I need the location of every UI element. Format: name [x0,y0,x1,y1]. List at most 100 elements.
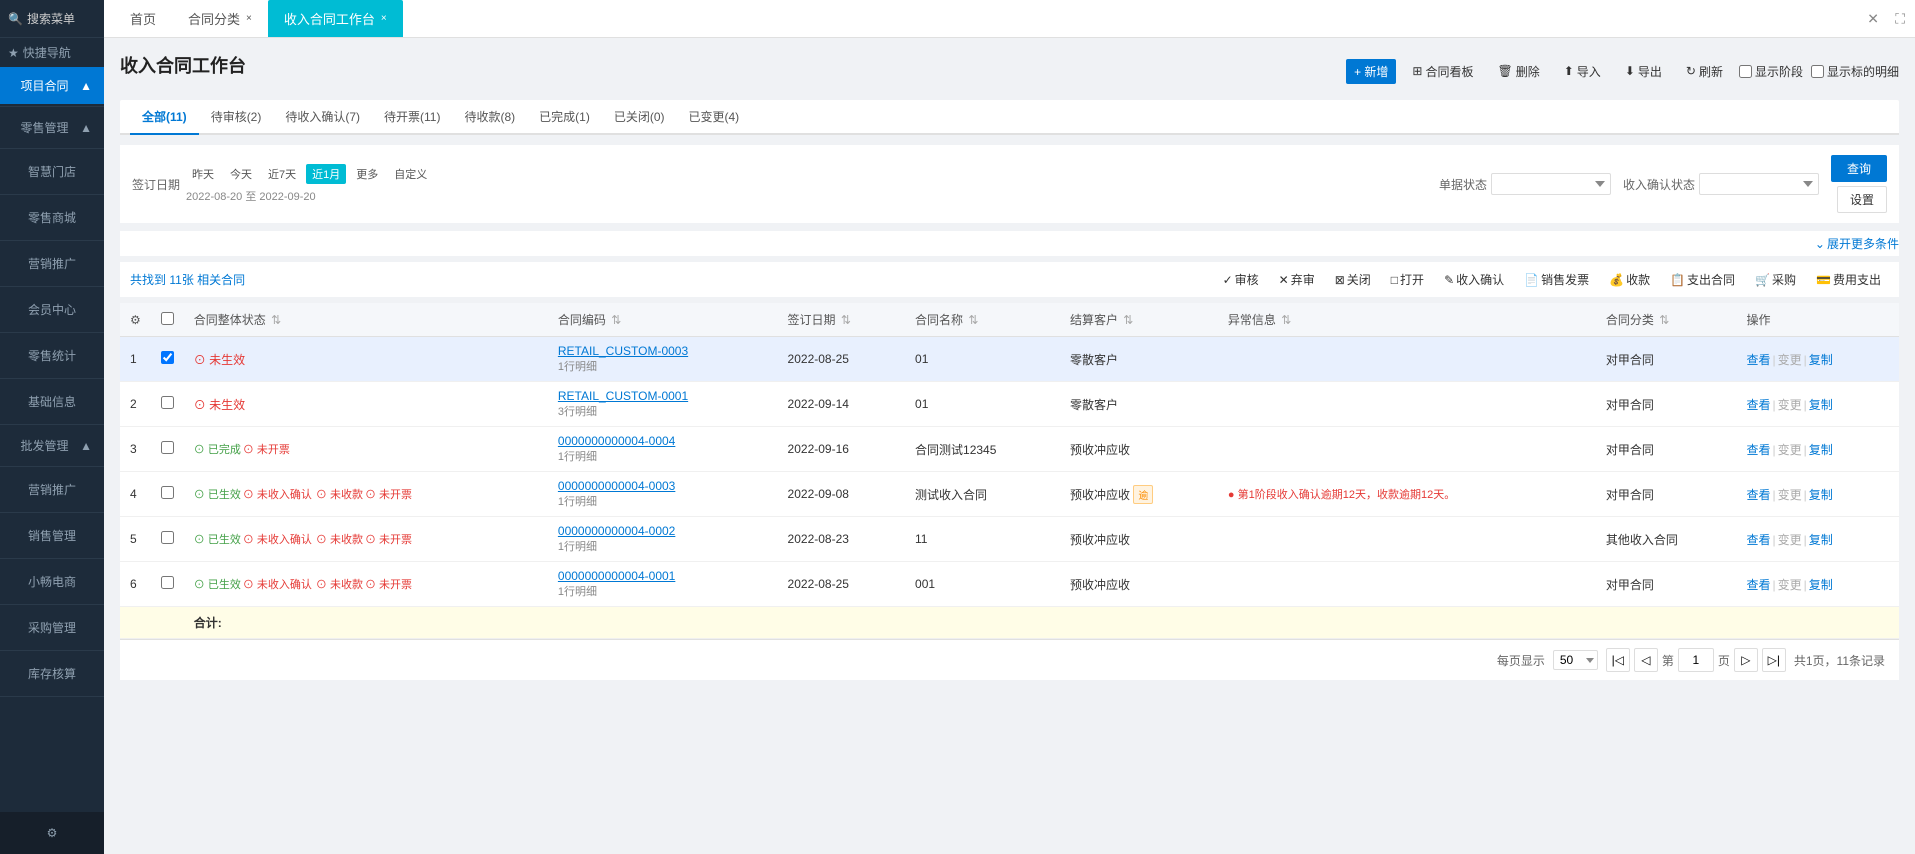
action-btn-收款[interactable]: 💰 收款 [1601,268,1658,291]
op-查看[interactable]: 查看 [1747,353,1771,367]
sidebar-item-sales_mgmt[interactable]: 销售管理 [0,515,104,556]
op-查看[interactable]: 查看 [1747,488,1771,502]
contract-code-link[interactable]: 0000000000004-0001 [558,569,768,583]
date-btn-custom[interactable]: 自定义 [388,164,433,184]
op-复制[interactable]: 复制 [1809,443,1833,457]
action-btn-收入确认[interactable]: ✎ 收入确认 [1436,268,1512,291]
th-settings[interactable]: ⚙ [120,303,151,337]
table-row[interactable]: 3 ⊙ 已完成⊙ 未开票 0000000000004-0004 1行明细 202… [120,427,1899,472]
action-btn-费用支出[interactable]: 💳 费用支出 [1808,268,1889,291]
window-maximize-button[interactable]: ⛶ [1895,10,1905,27]
contract-code-link[interactable]: RETAIL_CUSTOM-0003 [558,344,768,358]
date-btn-today[interactable]: 今天 [224,164,258,184]
tab-income_workbench[interactable]: 收入合同工作台× [268,0,403,37]
sidebar-item-project[interactable]: 项目合同▲ [0,67,104,104]
action-btn-弃审[interactable]: ✕ 弃审 [1271,268,1323,291]
tab-contract_type[interactable]: 合同分类× [172,0,268,37]
contract-code-link[interactable]: 0000000000004-0004 [558,434,768,448]
sidebar-item-retail_commerce[interactable]: 零售商城 [0,197,104,238]
date-btn-yesterday[interactable]: 昨天 [186,164,220,184]
sidebar-item-small_ecom[interactable]: 小畅电商 [0,561,104,602]
status-tab-completed[interactable]: 已完成(1) [527,100,602,135]
status-tab-changed[interactable]: 已变更(4) [677,100,752,135]
show-stages-checkbox[interactable]: 显示阶段 [1739,63,1803,80]
tab-close-icon[interactable]: × [246,13,252,24]
show-details-checkbox[interactable]: 显示标的明细 [1811,63,1899,80]
action-btn-采购[interactable]: 🛒 采购 [1747,268,1804,291]
sidebar-search[interactable]: 🔍 搜索菜单 [0,0,104,38]
op-复制[interactable]: 复制 [1809,353,1833,367]
sidebar-item-member[interactable]: 会员中心 [0,289,104,330]
action-btn-销售发票[interactable]: 📄 销售发票 [1516,268,1597,291]
sidebar-item-marketing[interactable]: 营销推广 [0,243,104,284]
date-btn-more[interactable]: 更多 [350,164,384,184]
export-button[interactable]: ⬇ 导出 [1617,59,1670,84]
table-row[interactable]: 1 ⊙ 未生效 RETAIL_CUSTOM-0003 1行明细 2022-08-… [120,337,1899,382]
status-tab-pending_review[interactable]: 待审核(2) [199,100,274,135]
table-row[interactable]: 6 ⊙ 已生效⊙ 未收入确认⊙ 未收款⊙ 未开票 0000000000004-0… [120,562,1899,607]
contract-code-link[interactable]: 0000000000004-0002 [558,524,768,538]
op-查看[interactable]: 查看 [1747,533,1771,547]
op-复制[interactable]: 复制 [1809,533,1833,547]
row-checkbox[interactable] [151,337,184,382]
row-checkbox[interactable] [151,562,184,607]
sidebar-item-marketing2[interactable]: 营销推广 [0,469,104,510]
row-checkbox[interactable] [151,472,184,517]
sidebar-item-retail_stats[interactable]: 零售统计 [0,335,104,376]
action-btn-关闭[interactable]: ⊠ 关闭 [1327,268,1379,291]
status-tab-pending_invoice[interactable]: 待开票(11) [372,100,452,135]
op-复制[interactable]: 复制 [1809,398,1833,412]
kanban-button[interactable]: ⊞ 合同看板 [1404,59,1481,84]
first-page-button[interactable]: |◁ [1606,648,1630,672]
sidebar-item-batch_mgmt[interactable]: 批发管理▲ [0,427,104,464]
status-tab-all[interactable]: 全部(11) [130,100,199,135]
sidebar-item-inventory[interactable]: 库存核算 [0,653,104,694]
op-查看[interactable]: 查看 [1747,398,1771,412]
settings-item[interactable]: ⚙ [0,812,104,854]
sidebar-quick-nav[interactable]: ★ 快捷导航 [0,38,104,67]
contract-code-link[interactable]: RETAIL_CUSTOM-0001 [558,389,768,403]
sidebar-item-smart_store[interactable]: 智慧门店 [0,151,104,192]
status-tab-closed[interactable]: 已关闭(0) [602,100,677,135]
op-查看[interactable]: 查看 [1747,578,1771,592]
expand-filter-button[interactable]: ⌄ 展开更多条件 [1815,235,1899,252]
date-btn-7days[interactable]: 近7天 [262,164,302,184]
action-btn-支出合同[interactable]: 📋 支出合同 [1662,268,1743,291]
action-btn-审核[interactable]: ✓ 审核 [1215,268,1267,291]
next-page-button[interactable]: ▷ [1734,648,1758,672]
tab-close-icon[interactable]: × [381,13,387,24]
query-button[interactable]: 查询 [1831,155,1887,182]
status-tab-pending_payment[interactable]: 待收款(8) [452,100,527,135]
tab-home[interactable]: 首页 [114,0,172,37]
table-row[interactable]: 5 ⊙ 已生效⊙ 未收入确认⊙ 未收款⊙ 未开票 0000000000004-0… [120,517,1899,562]
sidebar-item-basic_info[interactable]: 基础信息 [0,381,104,422]
row-checkbox[interactable] [151,427,184,472]
page-number-input[interactable] [1678,648,1714,672]
date-btn-1month[interactable]: 近1月 [306,164,346,184]
sidebar-item-retail_mgmt[interactable]: 零售管理▲ [0,109,104,146]
op-查看[interactable]: 查看 [1747,443,1771,457]
setting-button[interactable]: 设置 [1837,186,1887,213]
window-close-button[interactable]: ✕ [1867,10,1879,27]
row-checkbox[interactable] [151,382,184,427]
status-tab-pending_income[interactable]: 待收入确认(7) [273,100,372,135]
refresh-button[interactable]: ↻ 刷新 [1678,59,1731,84]
op-复制[interactable]: 复制 [1809,578,1833,592]
prev-page-button[interactable]: ◁ [1634,648,1658,672]
import-button[interactable]: ⬆ 导入 [1556,59,1609,84]
add-button[interactable]: + 新增 [1346,59,1396,84]
doc-status-select[interactable] [1491,173,1611,195]
contract-code-link[interactable]: 0000000000004-0003 [558,479,768,493]
table-row[interactable]: 2 ⊙ 未生效 RETAIL_CUSTOM-0001 3行明细 2022-09-… [120,382,1899,427]
table-row[interactable]: 4 ⊙ 已生效⊙ 未收入确认⊙ 未收款⊙ 未开票 0000000000004-0… [120,472,1899,517]
th-checkbox[interactable] [151,303,184,337]
last-page-button[interactable]: ▷| [1762,648,1786,672]
select-all-checkbox[interactable] [161,312,174,325]
action-btn-打开[interactable]: □ 打开 [1383,268,1432,291]
delete-button[interactable]: 🗑 删除 [1489,59,1547,84]
sidebar-item-purchase[interactable]: 采购管理 [0,607,104,648]
page-size-select[interactable]: 50 100 [1553,650,1598,670]
op-复制[interactable]: 复制 [1809,488,1833,502]
row-checkbox[interactable] [151,517,184,562]
income-confirm-select[interactable] [1699,173,1819,195]
